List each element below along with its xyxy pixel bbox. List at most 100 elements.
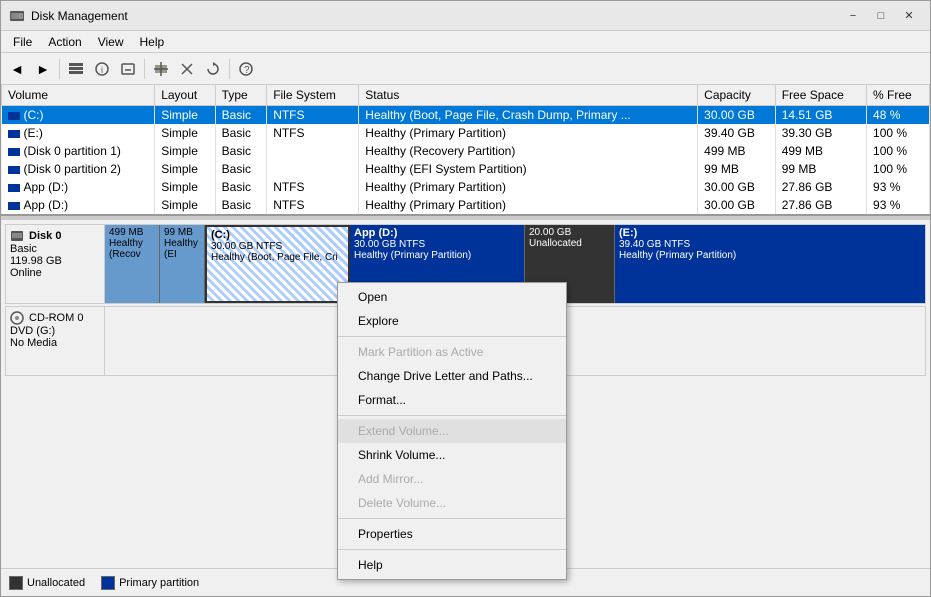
partition-c[interactable]: (C:) 30.00 GB NTFS Healthy (Boot, Page F… <box>205 225 350 303</box>
menu-help[interactable]: Help <box>132 33 173 51</box>
title-bar: Disk Management − □ ✕ <box>1 1 930 31</box>
cell-capacity: 30.00 GB <box>698 106 776 125</box>
col-freespace[interactable]: Free Space <box>775 85 866 106</box>
cell-layout: Simple <box>155 106 215 125</box>
col-percentfree[interactable]: % Free <box>867 85 930 106</box>
cell-fs <box>267 160 359 178</box>
table-row[interactable]: (Disk 0 partition 2)SimpleBasicHealthy (… <box>2 160 930 178</box>
cell-type: Basic <box>215 142 267 160</box>
cell-capacity: 499 MB <box>698 142 776 160</box>
part-unalloc-size: 20.00 GB <box>529 227 610 238</box>
properties-button[interactable]: i <box>90 57 114 81</box>
create-button[interactable] <box>149 57 173 81</box>
table-row[interactable]: App (D:)SimpleBasicNTFSHealthy (Primary … <box>2 196 930 214</box>
cell-freespace: 499 MB <box>775 142 866 160</box>
menu-action[interactable]: Action <box>40 33 89 51</box>
part-e-name: (E:) <box>619 227 921 239</box>
cdrom-status: No Media <box>10 337 100 349</box>
context-menu-separator <box>338 518 566 519</box>
context-menu-separator <box>338 336 566 337</box>
part-c-size: 30.00 GB NTFS <box>211 241 344 252</box>
volume-table: Volume Layout Type File System Status Ca… <box>1 85 930 214</box>
disk-0-status: Online <box>10 267 100 279</box>
legend-primary-box <box>101 576 115 590</box>
disk-list-button[interactable] <box>64 57 88 81</box>
context-menu-item: Extend Volume... <box>338 419 566 443</box>
help-toolbar-button[interactable]: ? <box>234 57 258 81</box>
cell-percentfree: 100 % <box>867 142 930 160</box>
cell-freespace: 14.51 GB <box>775 106 866 125</box>
table-row[interactable]: (C:)SimpleBasicNTFSHealthy (Boot, Page F… <box>2 106 930 125</box>
col-volume[interactable]: Volume <box>2 85 155 106</box>
context-menu-item: Add Mirror... <box>338 467 566 491</box>
cell-percentfree: 93 % <box>867 196 930 214</box>
col-layout[interactable]: Layout <box>155 85 215 106</box>
col-filesystem[interactable]: File System <box>267 85 359 106</box>
context-menu-item[interactable]: Help <box>338 553 566 577</box>
part-unalloc-status: Unallocated <box>529 238 610 249</box>
forward-button[interactable]: ► <box>31 57 55 81</box>
cell-capacity: 99 MB <box>698 160 776 178</box>
cell-volume: (E:) <box>2 124 155 142</box>
close-button[interactable]: ✕ <box>896 6 922 26</box>
minimize-button[interactable]: − <box>840 6 866 26</box>
back-button[interactable]: ◄ <box>5 57 29 81</box>
context-menu-item: Mark Partition as Active <box>338 340 566 364</box>
cell-capacity: 39.40 GB <box>698 124 776 142</box>
part-e-size: 39.40 GB NTFS <box>619 239 921 250</box>
legend-unallocated: Unallocated <box>9 576 85 590</box>
context-menu-item[interactable]: Shrink Volume... <box>338 443 566 467</box>
part-app-d-status: Healthy (Primary Partition) <box>354 250 520 261</box>
context-menu-item[interactable]: Change Drive Letter and Paths... <box>338 364 566 388</box>
cell-freespace: 99 MB <box>775 160 866 178</box>
col-status[interactable]: Status <box>359 85 698 106</box>
cell-fs: NTFS <box>267 178 359 196</box>
cell-type: Basic <box>215 178 267 196</box>
app-icon <box>9 8 25 24</box>
disk-button[interactable] <box>116 57 140 81</box>
delete-button[interactable] <box>175 57 199 81</box>
cell-status: Healthy (EFI System Partition) <box>359 160 698 178</box>
legend-primary: Primary partition <box>101 576 199 590</box>
maximize-button[interactable]: □ <box>868 6 894 26</box>
cell-type: Basic <box>215 196 267 214</box>
cell-layout: Simple <box>155 124 215 142</box>
cell-status: Healthy (Primary Partition) <box>359 124 698 142</box>
partition-efi[interactable]: 99 MB Healthy (EI <box>160 225 205 303</box>
cell-volume: (Disk 0 partition 2) <box>2 160 155 178</box>
toolbar: ◄ ► i ? <box>1 53 930 85</box>
table-row[interactable]: (E:)SimpleBasicNTFSHealthy (Primary Part… <box>2 124 930 142</box>
partition-recovery[interactable]: 499 MB Healthy (Recov <box>105 225 160 303</box>
cdrom-type: DVD (G:) <box>10 325 100 337</box>
cell-volume: App (D:) <box>2 178 155 196</box>
refresh-button[interactable] <box>201 57 225 81</box>
menu-file[interactable]: File <box>5 33 40 51</box>
partition-e[interactable]: (E:) 39.40 GB NTFS Healthy (Primary Part… <box>615 225 925 303</box>
cell-layout: Simple <box>155 142 215 160</box>
cell-volume: App (D:) <box>2 196 155 214</box>
part-app-d-name: App (D:) <box>354 227 520 239</box>
context-menu-item[interactable]: Properties <box>338 522 566 546</box>
table-row[interactable]: App (D:)SimpleBasicNTFSHealthy (Primary … <box>2 178 930 196</box>
menu-view[interactable]: View <box>90 33 132 51</box>
cdrom-icon-name: CD-ROM 0 <box>10 311 100 325</box>
cell-fs <box>267 142 359 160</box>
part-recovery-size: 499 MB <box>109 227 155 238</box>
context-menu-item[interactable]: Explore <box>338 309 566 333</box>
cell-fs: NTFS <box>267 124 359 142</box>
cell-freespace: 39.30 GB <box>775 124 866 142</box>
cell-status: Healthy (Boot, Page File, Crash Dump, Pr… <box>359 106 698 125</box>
disk-0-label: Disk 0 Basic 119.98 GB Online <box>5 224 105 304</box>
cell-fs: NTFS <box>267 196 359 214</box>
col-type[interactable]: Type <box>215 85 267 106</box>
main-window: Disk Management − □ ✕ File Action View H… <box>0 0 931 597</box>
context-menu-item[interactable]: Open <box>338 285 566 309</box>
col-capacity[interactable]: Capacity <box>698 85 776 106</box>
cell-type: Basic <box>215 106 267 125</box>
legend-unallocated-label: Unallocated <box>27 577 85 589</box>
context-menu-item[interactable]: Format... <box>338 388 566 412</box>
part-recovery-status: Healthy (Recov <box>109 238 155 260</box>
table-row[interactable]: (Disk 0 partition 1)SimpleBasicHealthy (… <box>2 142 930 160</box>
disk-0-name: Disk 0 <box>10 229 100 243</box>
part-efi-status: Healthy (EI <box>164 238 200 260</box>
